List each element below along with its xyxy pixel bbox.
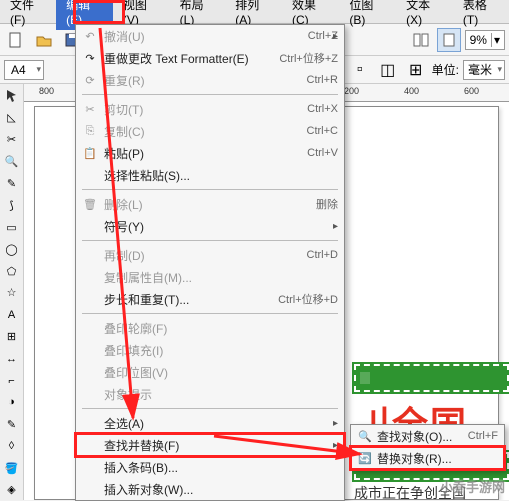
menu-undo[interactable]: ↶撤消(U)Ctrl+Z▸ [76, 25, 344, 47]
page-full-icon[interactable] [437, 28, 461, 52]
cut-icon: ✂ [82, 101, 98, 117]
separator [82, 94, 338, 95]
menu-duplicate[interactable]: 再制(D)Ctrl+D [76, 244, 344, 266]
separator [82, 313, 338, 314]
separator [82, 189, 338, 190]
separator [82, 240, 338, 241]
page-layout-icon[interactable] [409, 28, 433, 52]
replace-icon: 🔄 [357, 450, 373, 466]
toolbox: ◺ ✂ 🔍 ✎ ⟆ ▭ ◯ ⬠ ☆ A ⊞ ↔ ⌐ ◑ ✎ ◊ 🪣 ◈ [0, 84, 24, 500]
menu-paste-special[interactable]: 选择性粘贴(S)... [76, 164, 344, 186]
effect-tool-icon[interactable]: ◑ [2, 392, 22, 412]
edit-dropdown: ↶撤消(U)Ctrl+Z▸ ↷重做更改 Text Formatter(E)Ctr… [75, 24, 345, 501]
page-size-dropdown-icon: ▾ [36, 64, 41, 75]
page-size-select[interactable]: A4 ▾ [4, 60, 44, 80]
menu-redo[interactable]: ↷重做更改 Text Formatter(E)Ctrl+位移+Z [76, 47, 344, 69]
green-banner [354, 364, 509, 392]
menu-overprint-bitmap[interactable]: 叠印位图(V) [76, 361, 344, 383]
ellipse-tool-icon[interactable]: ◯ [2, 239, 22, 259]
menu-select-all[interactable]: 全选(A)▸ [76, 412, 344, 434]
submenu-replace-objects[interactable]: 🔄替换对象(R)... [351, 447, 504, 469]
fill-tool-icon[interactable]: 🪣 [2, 458, 22, 478]
copy-icon: ⎘ [82, 123, 98, 139]
polygon-tool-icon[interactable]: ⬠ [2, 261, 22, 281]
undo-icon: ↶ [82, 28, 98, 44]
eyedrop-tool-icon[interactable]: ✎ [2, 414, 22, 434]
menu-cut[interactable]: ✂剪切(T)Ctrl+X [76, 98, 344, 120]
body-text-1: 成市正在争创全国 [354, 484, 509, 500]
dim-icon3[interactable]: ⊞ [404, 58, 428, 82]
repeat-icon: ⟳ [82, 72, 98, 88]
redo-icon: ↷ [82, 50, 98, 66]
interactive-fill-icon[interactable]: ◈ [2, 480, 22, 500]
find-replace-submenu: 🔍查找对象(O)...Ctrl+F 🔄替换对象(R)... [350, 424, 505, 470]
menu-overprint-outline[interactable]: 叠印轮廓(F) [76, 317, 344, 339]
open-button[interactable] [32, 28, 56, 52]
menu-object-hint[interactable]: 对象提示 [76, 383, 344, 405]
menu-table[interactable]: 表格(T) [453, 0, 509, 30]
unit-dropdown-icon: ▾ [497, 64, 502, 75]
connect-tool-icon[interactable]: ⌐ [2, 371, 22, 391]
menu-copy[interactable]: ⎘复制(C)Ctrl+C [76, 120, 344, 142]
zoom-tool-icon[interactable]: 🔍 [2, 152, 22, 172]
menu-paste[interactable]: 📋粘贴(P)Ctrl+V [76, 142, 344, 164]
menubar: 文件(F) 编辑(E) 视图(V) 布局(L) 排列(A) 效果(C) 位图(B… [0, 0, 509, 24]
zoom-value: 9% [470, 33, 487, 47]
find-icon: 🔍 [357, 428, 373, 444]
table-tool-icon[interactable]: ⊞ [2, 327, 22, 347]
shape2-tool-icon[interactable]: ☆ [2, 283, 22, 303]
menu-text[interactable]: 文本(X) [396, 0, 453, 30]
menu-bitmap[interactable]: 位图(B) [339, 0, 396, 30]
shape-tool-icon[interactable]: ◺ [2, 108, 22, 128]
separator [82, 408, 338, 409]
menu-copy-props[interactable]: 复制属性自(M)... [76, 266, 344, 288]
outline-tool-icon[interactable]: ◊ [2, 436, 22, 456]
unit-value: 毫米 [468, 61, 492, 78]
menu-overprint-fill[interactable]: 叠印填充(I) [76, 339, 344, 361]
text-tool-icon[interactable]: A [2, 305, 22, 325]
submenu-find-objects[interactable]: 🔍查找对象(O)...Ctrl+F [351, 425, 504, 447]
menu-find-replace[interactable]: 查找并替换(F)▸ [76, 434, 344, 456]
dim-icon2[interactable]: ◫ [376, 58, 400, 82]
page-size-value: A4 [11, 63, 26, 77]
freehand-tool-icon[interactable]: ✎ [2, 174, 22, 194]
zoom-dropdown-icon[interactable]: ▾ [491, 33, 500, 47]
smart-tool-icon[interactable]: ⟆ [2, 195, 22, 215]
delete-icon: 🗑 [82, 196, 98, 212]
unit-label: 单位: [432, 61, 459, 78]
menu-step-repeat[interactable]: 步长和重复(T)...Ctrl+位移+D [76, 288, 344, 310]
dim-icon1[interactable]: ▫ [348, 58, 372, 82]
new-doc-button[interactable] [4, 28, 28, 52]
unit-select[interactable]: 毫米 ▾ [463, 60, 505, 80]
rectangle-tool-icon[interactable]: ▭ [2, 217, 22, 237]
crop-tool-icon[interactable]: ✂ [2, 130, 22, 150]
menu-file[interactable]: 文件(F) [0, 0, 56, 30]
dim-tool-icon[interactable]: ↔ [2, 349, 22, 369]
menu-symbol[interactable]: 符号(Y)▸ [76, 215, 344, 237]
zoom-input[interactable]: 9% ▾ [465, 30, 505, 50]
menu-insert-barcode[interactable]: 插入条码(B)... [76, 456, 344, 478]
paste-icon: 📋 [82, 145, 98, 161]
menu-delete[interactable]: 🗑删除(L)删除 [76, 193, 344, 215]
menu-repeat[interactable]: ⟳重复(R)Ctrl+R [76, 69, 344, 91]
pick-tool-icon[interactable] [2, 86, 22, 106]
menu-insert-object[interactable]: 插入新对象(W)... [76, 478, 344, 500]
